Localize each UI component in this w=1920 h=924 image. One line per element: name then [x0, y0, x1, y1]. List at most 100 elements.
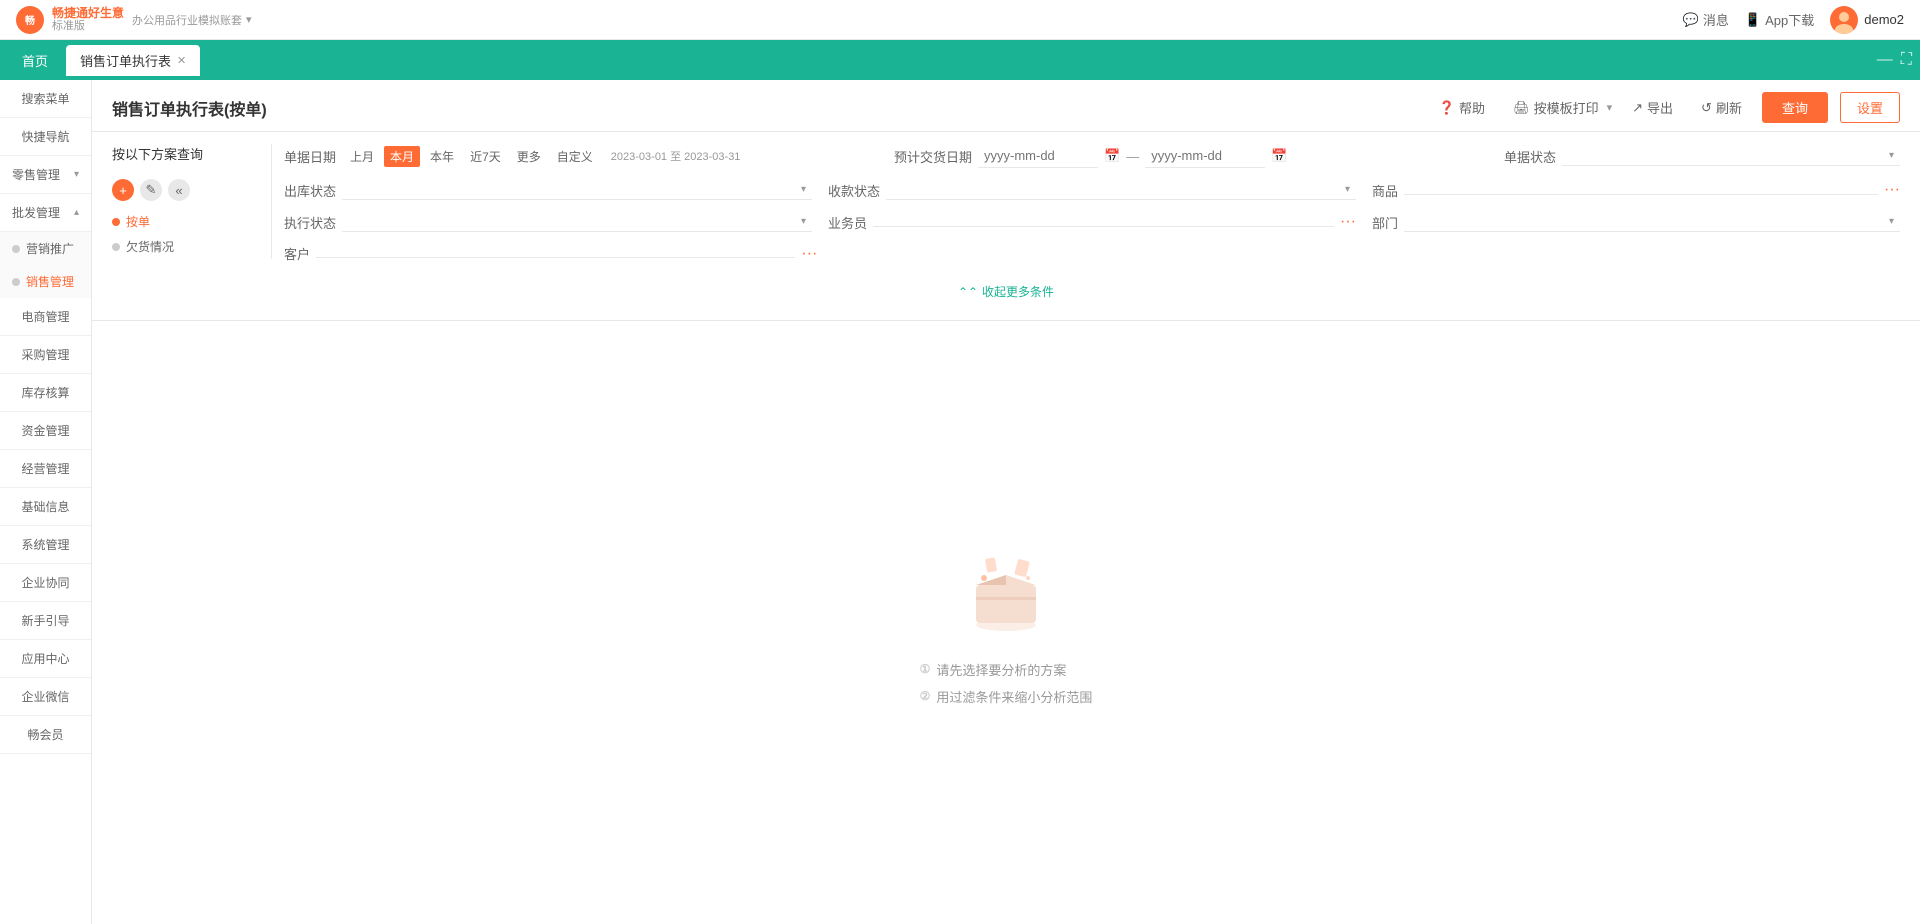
sidebar-retail-mgmt-label: 零售管理: [12, 166, 60, 183]
delivery-end-input[interactable]: [1145, 144, 1265, 168]
date-tab-this-month[interactable]: 本月: [384, 146, 420, 167]
tab-maximize-icon[interactable]: ⛶: [1901, 51, 1912, 69]
date-tab-custom[interactable]: 自定义: [551, 146, 599, 167]
delivery-status-select[interactable]: ▾: [342, 180, 812, 200]
print-label: 按模板打印: [1534, 98, 1599, 117]
sidebar-item-corp-wechat[interactable]: 企业微信: [0, 678, 91, 716]
sidebar-item-wholesale-mgmt[interactable]: 批发管理 ▴: [0, 194, 91, 232]
tab-close-icon[interactable]: ✕: [177, 54, 186, 67]
print-dropdown-icon[interactable]: ▾: [1607, 101, 1613, 114]
print-btn[interactable]: 🖨 按模板打印: [1505, 94, 1607, 121]
sidebar-item-finance[interactable]: 资金管理: [0, 412, 91, 450]
help-label: 帮助: [1459, 98, 1485, 117]
customer-more-icon[interactable]: ···: [801, 245, 817, 263]
tab-sales-order[interactable]: 销售订单执行表 ✕: [66, 45, 200, 76]
sidebar-item-system[interactable]: 系统管理: [0, 526, 91, 564]
scheme-item-by-order[interactable]: 按单: [112, 209, 259, 234]
sidebar-subitem-sales-mgmt[interactable]: 销售管理: [0, 265, 91, 298]
date-tab-this-year[interactable]: 本年: [424, 146, 460, 167]
sidebar-item-corp-collab[interactable]: 企业协同: [0, 564, 91, 602]
sidebar-item-basic-info[interactable]: 基础信息: [0, 488, 91, 526]
empty-hint-2-text: 用过滤条件来缩小分析范围: [936, 687, 1092, 706]
scheme-collapse-btn[interactable]: «: [168, 179, 190, 201]
collapse-more-btn[interactable]: ⌃⌃ 收起更多条件: [112, 275, 1900, 308]
query-button[interactable]: 查询: [1762, 92, 1828, 123]
sidebar-item-retail-mgmt[interactable]: 零售管理 ▾: [0, 156, 91, 194]
tab-sales-order-label: 销售订单执行表: [80, 51, 171, 70]
sidebar-item-inventory[interactable]: 库存核算: [0, 374, 91, 412]
department-select[interactable]: ▾: [1404, 212, 1900, 232]
status-label: 单据状态: [1504, 147, 1556, 166]
page-header: 销售订单执行表(按单) ❓ 帮助 🖨 按模板打印 ▾ ↗ 导出: [92, 80, 1920, 132]
scheme-item-label: 欠货情况: [126, 238, 174, 255]
help-btn[interactable]: ❓ 帮助: [1431, 94, 1493, 121]
calendar-icon-2[interactable]: 📅: [1271, 148, 1287, 164]
export-btn[interactable]: ↗ 导出: [1624, 94, 1681, 121]
app-download-btn[interactable]: 📱 App下载: [1745, 10, 1814, 29]
calendar-icon[interactable]: 📅: [1104, 148, 1120, 164]
filter-date-field: 单据日期 上月 本月 本年 近7天 更多 自定义 2023-03-01 至 20…: [284, 146, 878, 167]
salesman-more-icon[interactable]: ···: [1340, 213, 1356, 231]
scheme-add-btn[interactable]: +: [112, 179, 134, 201]
edit-icon: ✎: [146, 182, 157, 198]
filter-section: 按以下方案查询 + ✎ «: [112, 144, 1900, 275]
sidebar-corp-wechat-label: 企业微信: [21, 690, 69, 704]
sidebar-subitem-marketing[interactable]: 营销推广: [0, 232, 91, 265]
app-subtitle: 标准版: [52, 20, 124, 33]
header-right: 💬 消息 📱 App下载 demo2: [1683, 6, 1904, 34]
delivery-start-input[interactable]: [978, 144, 1098, 168]
sidebar-item-ecommerce[interactable]: 电商管理: [0, 298, 91, 336]
customer-input-area: [316, 249, 795, 258]
filter-goods-field: 商品 ···: [1372, 181, 1900, 200]
header-left: 畅 畅捷通好生意 标准版 办公用品行业模拟账套 ▾: [16, 6, 252, 34]
date-tab-7days[interactable]: 近7天: [464, 146, 507, 167]
message-btn[interactable]: 💬 消息: [1683, 10, 1729, 29]
execution-select[interactable]: ▾: [342, 212, 812, 232]
sidebar-item-app-center[interactable]: 应用中心: [0, 640, 91, 678]
filter-conditions: 单据日期 上月 本月 本年 近7天 更多 自定义 2023-03-01 至 20…: [284, 144, 1900, 275]
tab-minimize-icon[interactable]: —: [1877, 51, 1893, 69]
empty-hint-2: ② 用过滤条件来缩小分析范围: [920, 687, 1093, 706]
filter-row-2: 出库状态 ▾ 收款状态 ▾: [284, 180, 1900, 200]
date-tab-more[interactable]: 更多: [511, 146, 547, 167]
sidebar-item-search-menu[interactable]: 搜索菜单: [0, 80, 91, 118]
status-select[interactable]: ▾: [1562, 146, 1900, 166]
help-icon: ❓: [1439, 100, 1455, 116]
active-scheme-icon: [112, 218, 120, 226]
empty-state: ① 请先选择要分析的方案 ② 用过滤条件来缩小分析范围: [92, 321, 1920, 924]
refresh-btn[interactable]: ↺ 刷新: [1693, 94, 1750, 121]
top-header: 畅 畅捷通好生意 标准版 办公用品行业模拟账套 ▾ 💬 消息 📱 App下载 d…: [0, 0, 1920, 40]
scheme-item-label: 按单: [126, 213, 150, 230]
sidebar-system-label: 系统管理: [21, 538, 69, 552]
sidebar-quick-nav-label: 快捷导航: [21, 130, 69, 144]
sidebar-finance-label: 资金管理: [21, 424, 69, 438]
sidebar-item-quick-nav[interactable]: 快捷导航: [0, 118, 91, 156]
message-label: 消息: [1703, 10, 1729, 29]
empty-illustration: [956, 540, 1056, 640]
tab-home[interactable]: 首页: [8, 45, 62, 76]
sidebar-new-guide-label: 新手引导: [21, 614, 69, 628]
content-area: 销售订单执行表(按单) ❓ 帮助 🖨 按模板打印 ▾ ↗ 导出: [92, 80, 1920, 924]
scheme-edit-btn[interactable]: ✎: [140, 179, 162, 201]
breadcrumb-text: 办公用品行业模拟账套: [132, 12, 242, 28]
filter-panel: 按以下方案查询 + ✎ «: [92, 132, 1920, 321]
settings-button[interactable]: 设置: [1840, 92, 1900, 123]
sidebar-item-ops[interactable]: 经营管理: [0, 450, 91, 488]
filter-payment-status-field: 收款状态 ▾: [828, 180, 1356, 200]
sidebar-basic-info-label: 基础信息: [21, 500, 69, 514]
sidebar-marketing-label: 营销推广: [26, 240, 74, 257]
sidebar-item-new-guide[interactable]: 新手引导: [0, 602, 91, 640]
sidebar-item-purchase[interactable]: 采购管理: [0, 336, 91, 374]
download-icon: 📱: [1745, 12, 1761, 28]
status-arrow-icon: ▾: [1889, 150, 1894, 161]
sidebar-item-member[interactable]: 畅会员: [0, 716, 91, 754]
payment-status-select[interactable]: ▾: [886, 180, 1356, 200]
goods-more-icon[interactable]: ···: [1884, 181, 1900, 199]
main-layout: 搜索菜单 快捷导航 零售管理 ▾ 批发管理 ▴ 营销推广 销售管理 电商管理 采…: [0, 80, 1920, 924]
date-tab-last-month[interactable]: 上月: [344, 146, 380, 167]
user-info[interactable]: demo2: [1830, 6, 1904, 34]
scheme-item-shortage[interactable]: 欠货情况: [112, 234, 259, 259]
empty-hint-1: ① 请先选择要分析的方案: [920, 660, 1067, 679]
department-label: 部门: [1372, 213, 1398, 232]
breadcrumb-selector[interactable]: 办公用品行业模拟账套 ▾: [132, 12, 252, 28]
